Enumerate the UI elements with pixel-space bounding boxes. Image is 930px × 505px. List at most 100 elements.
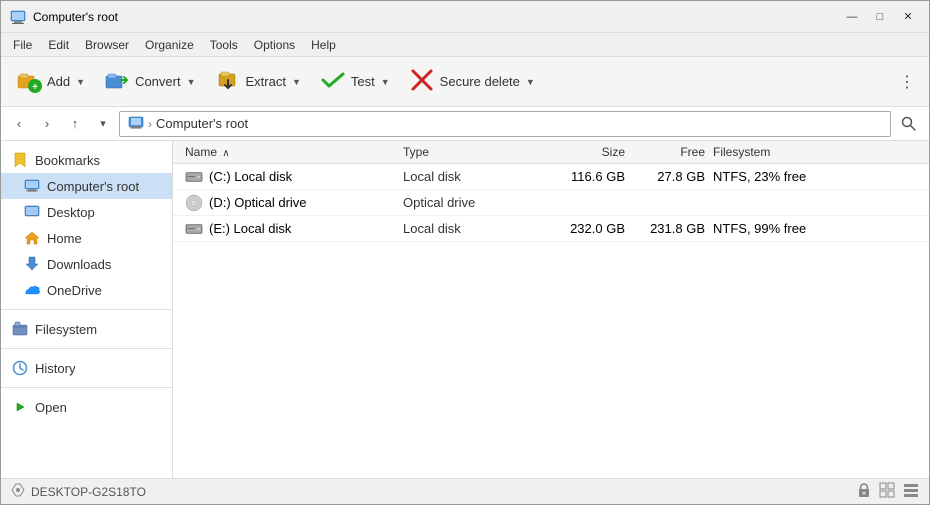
- status-computer-name: DESKTOP-G2S18TO: [31, 485, 146, 499]
- title-bar-icon: [9, 8, 27, 26]
- sidebar-item-filesystem[interactable]: Filesystem: [1, 316, 172, 342]
- file-free-c: 27.8 GB: [633, 169, 713, 184]
- sidebar-item-home[interactable]: Home: [1, 225, 172, 251]
- main-area: Bookmarks Computer's root: [1, 141, 929, 478]
- file-row-name: (C:) Local disk: [173, 169, 403, 184]
- secure-delete-label: Secure delete: [440, 74, 520, 89]
- add-label: Add: [47, 74, 70, 89]
- file-type-e: Local disk: [403, 221, 533, 236]
- col-header-name[interactable]: Name ∧: [173, 145, 403, 159]
- convert-label: Convert: [135, 74, 181, 89]
- file-row-name: (E:) Local disk: [173, 221, 403, 236]
- menu-tools[interactable]: Tools: [202, 36, 246, 54]
- optical-icon: [185, 196, 203, 210]
- list-view-icon[interactable]: [903, 482, 919, 501]
- sidebar-home-label: Home: [47, 231, 82, 246]
- downloads-icon: [23, 255, 41, 273]
- table-row[interactable]: (C:) Local disk Local disk 116.6 GB 27.8…: [173, 164, 929, 190]
- filesystem-icon: [11, 320, 29, 338]
- col-header-type[interactable]: Type: [403, 145, 533, 159]
- up-button[interactable]: ↑: [63, 112, 87, 136]
- address-separator: ›: [148, 117, 152, 131]
- sidebar-item-computers-root[interactable]: Computer's root: [1, 173, 172, 199]
- sidebar-divider-3: [1, 387, 172, 388]
- open-icon: [11, 398, 29, 416]
- convert-button[interactable]: Convert ▼: [95, 62, 203, 102]
- onedrive-icon: [23, 281, 41, 299]
- test-icon: [319, 66, 347, 97]
- menu-options[interactable]: Options: [246, 36, 303, 54]
- sidebar-item-onedrive[interactable]: OneDrive: [1, 277, 172, 303]
- grid-view-icon[interactable]: [879, 482, 895, 501]
- maximize-button[interactable]: □: [867, 6, 893, 28]
- hdd-icon: [185, 222, 203, 236]
- back-button[interactable]: ‹: [7, 112, 31, 136]
- desktop-icon: [23, 203, 41, 221]
- title-bar-buttons: — □ ✕: [839, 6, 921, 28]
- extract-button[interactable]: Extract ▼: [206, 62, 309, 102]
- extract-label: Extract: [246, 74, 286, 89]
- status-bar-left: DESKTOP-G2S18TO: [11, 483, 849, 500]
- sidebar-divider-2: [1, 348, 172, 349]
- sidebar-item-open[interactable]: Open: [1, 394, 172, 420]
- file-type-c: Local disk: [403, 169, 533, 184]
- test-dropdown-arrow: ▼: [381, 77, 390, 87]
- history-dropdown-button[interactable]: ▾: [91, 112, 115, 136]
- lock-icon[interactable]: [857, 482, 871, 501]
- history-icon: [11, 359, 29, 377]
- file-size-c: 116.6 GB: [533, 169, 633, 184]
- add-button[interactable]: + Add ▼: [7, 62, 93, 102]
- sidebar-computers-root-label: Computer's root: [47, 179, 139, 194]
- bookmarks-icon: [11, 151, 29, 169]
- sidebar-item-history[interactable]: History: [1, 355, 172, 381]
- address-path-text: Computer's root: [156, 116, 248, 131]
- sidebar-item-downloads[interactable]: Downloads: [1, 251, 172, 277]
- status-bar: DESKTOP-G2S18TO: [1, 478, 929, 504]
- file-fs-e: NTFS, 99% free: [713, 221, 929, 236]
- col-header-size[interactable]: Size: [533, 145, 633, 159]
- test-label: Test: [351, 74, 375, 89]
- file-name-d: (D:) Optical drive: [209, 195, 307, 210]
- secure-delete-dropdown-arrow: ▼: [526, 77, 535, 87]
- file-fs-c: NTFS, 23% free: [713, 169, 929, 184]
- sidebar: Bookmarks Computer's root: [1, 141, 173, 478]
- sidebar-history-label: History: [35, 361, 75, 376]
- menu-organize[interactable]: Organize: [137, 36, 202, 54]
- file-size-e: 232.0 GB: [533, 221, 633, 236]
- test-button[interactable]: Test ▼: [311, 62, 398, 102]
- sidebar-divider-1: [1, 309, 172, 310]
- secure-delete-button[interactable]: Secure delete ▼: [400, 62, 543, 102]
- title-bar-text: Computer's root: [33, 10, 839, 24]
- col-header-free[interactable]: Free: [633, 145, 713, 159]
- menu-browser[interactable]: Browser: [77, 36, 137, 54]
- bookmarks-label: Bookmarks: [35, 153, 100, 168]
- menu-edit[interactable]: Edit: [40, 36, 77, 54]
- table-row[interactable]: (E:) Local disk Local disk 232.0 GB 231.…: [173, 216, 929, 242]
- close-button[interactable]: ✕: [895, 6, 921, 28]
- file-row-name: (D:) Optical drive: [173, 195, 403, 210]
- sidebar-onedrive-label: OneDrive: [47, 283, 102, 298]
- svg-text:+: +: [32, 82, 38, 93]
- table-row[interactable]: (D:) Optical drive Optical drive: [173, 190, 929, 216]
- file-type-d: Optical drive: [403, 195, 533, 210]
- file-name-c: (C:) Local disk: [209, 169, 292, 184]
- file-list-header: Name ∧ Type Size Free Filesystem: [173, 141, 929, 164]
- address-path[interactable]: › Computer's root: [119, 111, 891, 137]
- add-dropdown-arrow: ▼: [76, 77, 85, 87]
- computer-icon: [23, 177, 41, 195]
- menu-help[interactable]: Help: [303, 36, 344, 54]
- secure-delete-icon: [408, 66, 436, 97]
- menu-file[interactable]: File: [5, 36, 40, 54]
- toolbar-more-button[interactable]: ⋮: [891, 68, 923, 96]
- col-header-fs[interactable]: Filesystem: [713, 145, 929, 159]
- toolbar: + Add ▼ Convert ▼: [1, 57, 929, 107]
- hdd-icon: [185, 170, 203, 184]
- sidebar-item-desktop[interactable]: Desktop: [1, 199, 172, 225]
- search-button[interactable]: [895, 110, 923, 138]
- minimize-button[interactable]: —: [839, 6, 865, 28]
- sidebar-desktop-label: Desktop: [47, 205, 95, 220]
- sidebar-bookmarks-header[interactable]: Bookmarks: [1, 147, 172, 173]
- forward-button[interactable]: ›: [35, 112, 59, 136]
- convert-icon: [103, 66, 131, 97]
- address-bar: ‹ › ↑ ▾ › Computer's root: [1, 107, 929, 141]
